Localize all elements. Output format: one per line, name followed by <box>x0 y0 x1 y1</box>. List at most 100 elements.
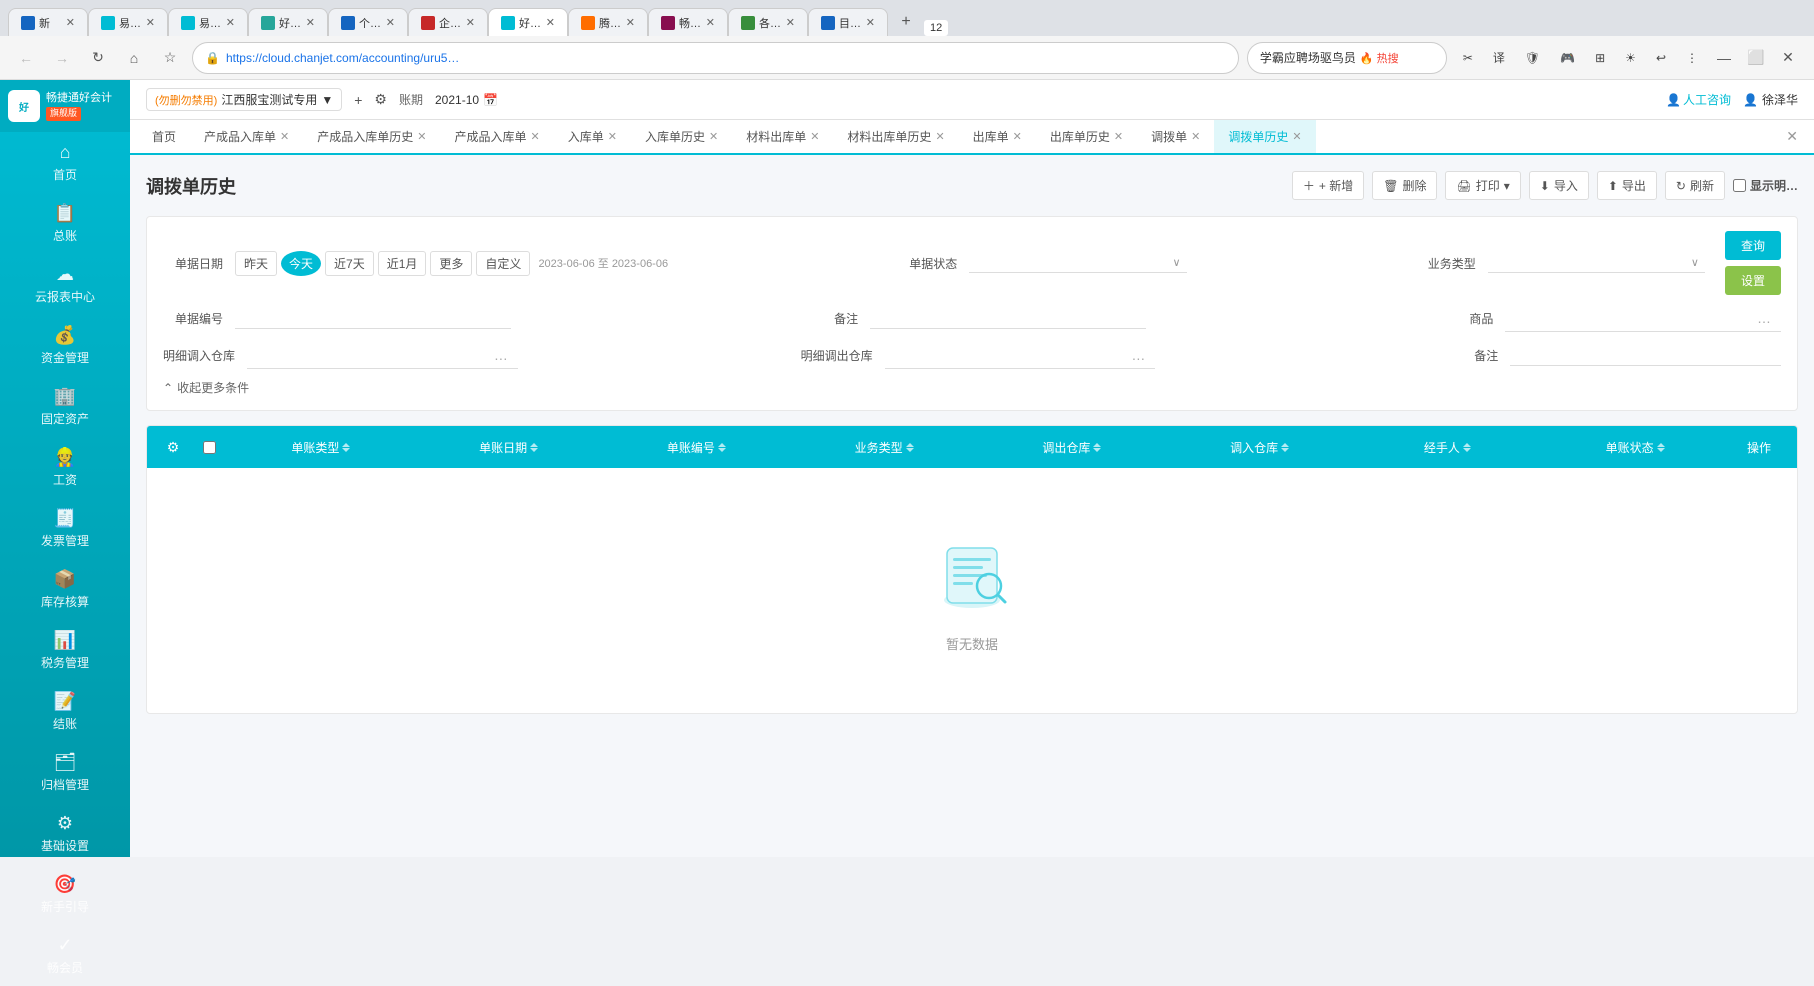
period-selector[interactable]: 2021-10 📅 <box>435 93 498 107</box>
minimize-window[interactable]: — <box>1710 44 1738 72</box>
company-selector[interactable]: (勿删勿禁用) 江西服宝测试专用 ▼ <box>146 88 342 111</box>
out-warehouse-select[interactable]: … <box>885 342 1156 369</box>
home-browser-button[interactable]: ⌂ <box>120 44 148 72</box>
browser-tab-4[interactable]: 好… ✕ <box>248 8 328 36</box>
goods-select[interactable]: … <box>1505 305 1781 332</box>
sidebar-item-archive[interactable]: 🗂 归档管理 <box>0 742 130 803</box>
tab-close-10[interactable]: ✕ <box>786 16 795 29</box>
grid-button[interactable]: ⊞ <box>1587 47 1613 69</box>
th-out-warehouse[interactable]: 调出仓库 <box>978 439 1166 456</box>
order-no-input[interactable] <box>235 308 511 329</box>
browser-tab-7[interactable]: 好… ✕ <box>488 8 568 36</box>
game-button[interactable]: 🎮 <box>1552 47 1583 69</box>
translate-button[interactable]: 译 <box>1485 45 1513 70</box>
menu-button[interactable]: ⋮ <box>1678 47 1706 69</box>
browser-tab-6[interactable]: 企… ✕ <box>408 8 488 36</box>
sidebar-item-funds[interactable]: 💰 资金管理 <box>0 315 130 376</box>
th-no[interactable]: 单账编号 <box>603 439 791 456</box>
tab-close-6[interactable]: ✕ <box>466 16 475 29</box>
maximize-window[interactable]: ⬜ <box>1742 44 1770 72</box>
export-button[interactable]: ⬆ 导出 <box>1597 171 1657 200</box>
tab-close-1[interactable]: ✕ <box>66 16 75 29</box>
tab-close-out-order[interactable]: ✕ <box>1013 130 1022 143</box>
th-biz-type[interactable]: 业务类型 <box>790 439 978 456</box>
company-settings-button[interactable]: ⚙ <box>374 91 387 108</box>
collapse-button[interactable]: ⌃ 收起更多条件 <box>163 379 1781 396</box>
page-tab-transfer-hist[interactable]: 调拨单历史 ✕ <box>1214 120 1315 155</box>
tab-close-3[interactable]: ✕ <box>226 16 235 29</box>
sidebar-item-reports[interactable]: ☁ 云报表中心 <box>0 254 130 315</box>
undo-button[interactable]: ↩ <box>1648 47 1674 69</box>
back-button[interactable]: ← <box>12 44 40 72</box>
query-button[interactable]: 查询 <box>1725 231 1781 260</box>
brightness-button[interactable]: ☀ <box>1617 47 1644 69</box>
table-select-all[interactable] <box>191 441 227 454</box>
browser-tab-5[interactable]: 个… ✕ <box>328 8 408 36</box>
sidebar-item-guide[interactable]: 🎯 新手引导 <box>0 864 130 925</box>
shield-button[interactable]: 🛡 <box>1517 47 1548 69</box>
th-date[interactable]: 单账日期 <box>415 439 603 456</box>
date-btn-yesterday[interactable]: 昨天 <box>235 251 277 276</box>
page-tab-mat-out[interactable]: 材料出库单 ✕ <box>732 120 833 155</box>
browser-tab-2[interactable]: 易… ✕ <box>88 8 168 36</box>
tab-close-product-in-hist[interactable]: ✕ <box>417 130 426 143</box>
sidebar-item-closing[interactable]: 📝 结账 <box>0 681 130 742</box>
status-select[interactable]: ∨ <box>969 253 1186 273</box>
import-button[interactable]: ⬇ 导入 <box>1529 171 1589 200</box>
tab-close-out-hist[interactable]: ✕ <box>1114 130 1123 143</box>
sidebar-item-inventory[interactable]: 📦 库存核算 <box>0 559 130 620</box>
tab-close-mat-out[interactable]: ✕ <box>810 130 819 143</box>
page-tab-mat-out-hist[interactable]: 材料出库单历史 ✕ <box>833 120 958 155</box>
customer-service-button[interactable]: 👤 人工咨询 <box>1666 91 1731 108</box>
in-warehouse-select[interactable]: … <box>247 342 518 369</box>
tab-close-product-in2[interactable]: ✕ <box>531 130 540 143</box>
browser-tab-3[interactable]: 易… ✕ <box>168 8 248 36</box>
page-tab-product-in[interactable]: 产成品入库单 ✕ <box>190 120 303 155</box>
date-btn-custom[interactable]: 自定义 <box>476 251 530 276</box>
user-avatar[interactable]: 👤 徐泽华 <box>1743 91 1798 108</box>
page-tab-in-hist[interactable]: 入库单历史 ✕ <box>631 120 732 155</box>
browser-tab-11[interactable]: 目… ✕ <box>808 8 888 36</box>
tab-count-badge[interactable]: 12 <box>924 20 948 36</box>
browser-tab-9[interactable]: 畅… ✕ <box>648 8 728 36</box>
new-record-button[interactable]: ＋ + 新增 <box>1292 171 1364 200</box>
select-all-checkbox[interactable] <box>203 441 216 454</box>
page-tab-out-order[interactable]: 出库单 ✕ <box>959 120 1036 155</box>
refresh-browser-button[interactable]: ↻ <box>84 44 112 72</box>
tab-close-product-in[interactable]: ✕ <box>280 130 289 143</box>
th-status[interactable]: 单账状态 <box>1541 439 1729 456</box>
date-btn-1month[interactable]: 近1月 <box>378 251 427 276</box>
close-window[interactable]: ✕ <box>1774 44 1802 72</box>
date-btn-7days[interactable]: 近7天 <box>325 251 374 276</box>
display-toggle[interactable]: 显示明… <box>1733 177 1798 194</box>
out-warehouse-ellipsis-icon[interactable]: … <box>1127 345 1149 365</box>
forward-button[interactable]: → <box>48 44 76 72</box>
sidebar-item-invoices[interactable]: 🧾 发票管理 <box>0 498 130 559</box>
tab-close-transfer-hist[interactable]: ✕ <box>1292 130 1301 143</box>
tab-close-4[interactable]: ✕ <box>306 16 315 29</box>
page-tab-product-in-hist[interactable]: 产成品入库单历史 ✕ <box>303 120 440 155</box>
sidebar-item-settings[interactable]: ⚙ 基础设置 <box>0 803 130 864</box>
new-tab-button[interactable]: + <box>892 8 920 36</box>
browser-tab-10[interactable]: 各… ✕ <box>728 8 808 36</box>
delete-button[interactable]: 🗑 删除 <box>1372 171 1437 200</box>
tab-close-transfer[interactable]: ✕ <box>1191 130 1200 143</box>
sidebar-item-wages[interactable]: 👷 工资 <box>0 437 130 498</box>
date-btn-today[interactable]: 今天 <box>281 251 321 276</box>
page-tab-out-hist[interactable]: 出库单历史 ✕ <box>1036 120 1137 155</box>
tab-close-in-hist[interactable]: ✕ <box>709 130 718 143</box>
browser-tab-1[interactable]: 新 ✕ <box>8 8 88 36</box>
tab-close-5[interactable]: ✕ <box>386 16 395 29</box>
filter-settings-button[interactable]: 设置 <box>1725 266 1781 295</box>
tab-close-mat-out-hist[interactable]: ✕ <box>935 130 944 143</box>
tab-close-7[interactable]: ✕ <box>546 16 555 29</box>
date-btn-more[interactable]: 更多 <box>430 251 472 276</box>
table-settings-icon[interactable]: ⚙ <box>155 439 191 456</box>
sidebar-item-assets[interactable]: 🏢 固定资产 <box>0 376 130 437</box>
address-bar[interactable]: 🔒 https://cloud.chanjet.com/accounting/u… <box>192 42 1239 74</box>
remark-input[interactable] <box>870 308 1146 329</box>
tab-close-11[interactable]: ✕ <box>866 16 875 29</box>
th-in-warehouse[interactable]: 调入仓库 <box>1166 439 1354 456</box>
tab-close-8[interactable]: ✕ <box>626 16 635 29</box>
remark2-input[interactable] <box>1510 345 1781 366</box>
